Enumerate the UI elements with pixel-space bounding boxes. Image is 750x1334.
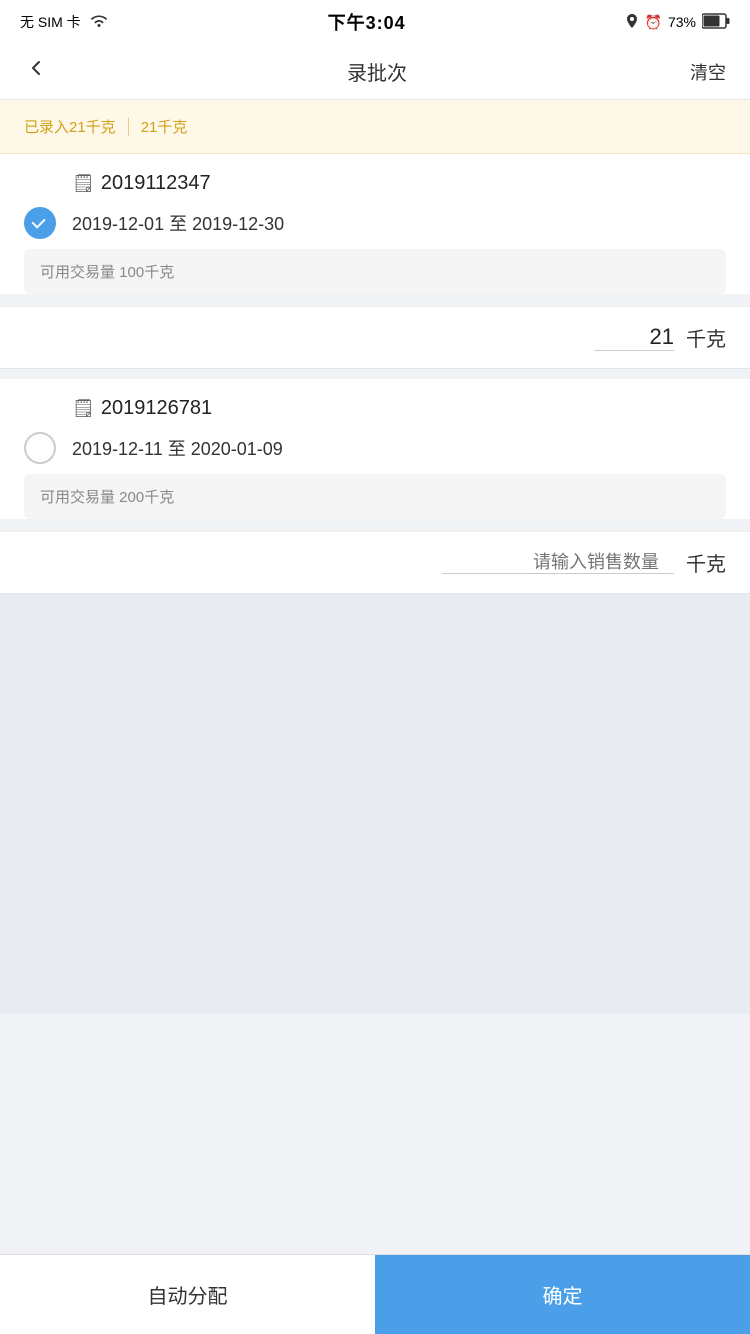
batch-item-2: 🗒 2019126781 2019-12-11 至 2020-01-09 可用交… — [0, 379, 750, 519]
clear-button[interactable]: 清空 — [690, 59, 726, 85]
status-left: 无 SIM 卡 — [20, 12, 109, 32]
input-underline-2 — [442, 552, 674, 574]
section-divider — [0, 369, 750, 379]
batch-radio-1[interactable] — [24, 207, 56, 239]
info-divider — [128, 118, 129, 136]
batch-doc-icon-1: 🗒 — [72, 173, 95, 194]
quantity-row-1: 21 千克 — [0, 306, 750, 369]
location-icon — [625, 13, 639, 32]
confirm-button[interactable]: 确定 — [375, 1255, 750, 1334]
info-label: 已录入21千克 — [24, 116, 116, 137]
auto-distribute-button[interactable]: 自动分配 — [0, 1255, 375, 1334]
nav-bar: 录批次 清空 — [0, 44, 750, 100]
batch-availability-2: 可用交易量 200千克 — [24, 474, 726, 519]
info-value: 21千克 — [141, 116, 188, 137]
info-banner: 已录入21千克 21千克 — [0, 100, 750, 154]
batch-doc-icon-2: 🗒 — [72, 398, 95, 419]
wifi-icon — [89, 13, 109, 32]
batch-availability-1: 可用交易量 100千克 — [24, 249, 726, 294]
quantity-unit-1: 千克 — [686, 323, 726, 352]
input-unit-2: 千克 — [686, 548, 726, 577]
status-bar: 无 SIM 卡 下午3:04 ⏰ 73% — [0, 0, 750, 44]
carrier-text: 无 SIM 卡 — [20, 12, 81, 32]
batch-radio-2[interactable] — [24, 432, 56, 464]
alarm-icon: ⏰ — [645, 14, 662, 31]
batch-number-1: 2019112347 — [101, 172, 211, 195]
bottom-bar: 自动分配 确定 — [0, 1254, 750, 1334]
gray-area — [0, 594, 750, 1014]
batch-date-1: 2019-12-01 至 2019-12-30 — [72, 210, 284, 236]
battery-icon — [702, 13, 730, 32]
back-button[interactable] — [24, 56, 64, 87]
input-row-2: 千克 — [0, 531, 750, 594]
quantity-value-1: 21 — [650, 324, 674, 349]
bottom-spacer — [0, 1014, 750, 1094]
batch-date-row-1: 2019-12-01 至 2019-12-30 — [0, 203, 750, 249]
quantity-display-1: 21 — [594, 324, 674, 351]
status-time: 下午3:04 — [328, 9, 406, 35]
battery-text: 73% — [668, 14, 696, 30]
batch-header-1: 🗒 2019112347 — [0, 154, 750, 203]
status-right: ⏰ 73% — [625, 13, 730, 32]
batch-date-row-2: 2019-12-11 至 2020-01-09 — [0, 428, 750, 474]
batch-date-2: 2019-12-11 至 2020-01-09 — [72, 435, 283, 461]
page-title: 录批次 — [347, 57, 407, 86]
batch-header-2: 🗒 2019126781 — [0, 379, 750, 428]
quantity-input-2[interactable] — [442, 552, 674, 573]
batch-number-2: 2019126781 — [101, 397, 212, 420]
batch-item-1: 🗒 2019112347 2019-12-01 至 2019-12-30 可用交… — [0, 154, 750, 294]
